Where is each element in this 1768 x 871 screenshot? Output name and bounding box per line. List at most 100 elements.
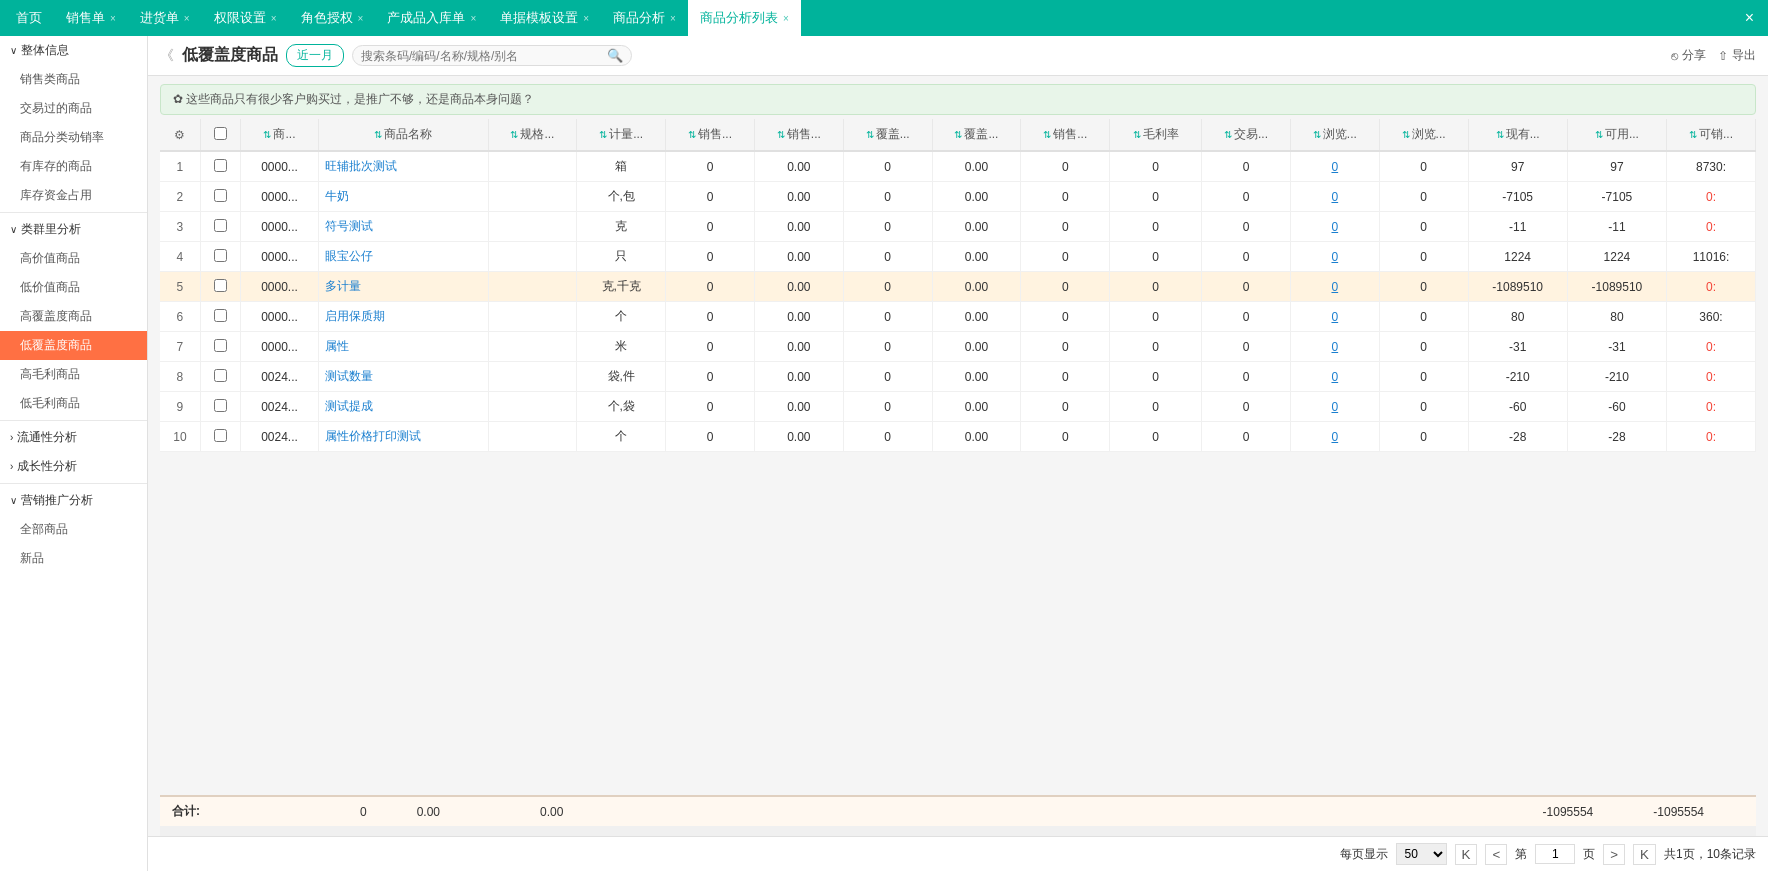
row-checkbox[interactable] xyxy=(200,272,241,302)
row-view1[interactable]: 0 xyxy=(1290,302,1379,332)
row-checkbox[interactable] xyxy=(200,422,241,452)
row-view1[interactable]: 0 xyxy=(1290,362,1379,392)
sidebar-section-liquidity[interactable]: › 流通性分析 xyxy=(0,423,147,452)
column-sales-count[interactable]: ⇅销售... xyxy=(666,119,755,151)
sidebar-item-low-coverage[interactable]: 低覆盖度商品 xyxy=(0,331,147,360)
row-name[interactable]: 启用保质期 xyxy=(318,302,488,332)
close-icon[interactable]: × xyxy=(358,13,364,24)
column-name[interactable]: ⇅商品名称 xyxy=(318,119,488,151)
nav-item-product-storage[interactable]: 产成品入库单 × xyxy=(375,0,488,36)
page-input[interactable] xyxy=(1535,844,1575,864)
row-name[interactable]: 眼宝公仔 xyxy=(318,242,488,272)
column-current[interactable]: ⇅现有... xyxy=(1468,119,1567,151)
column-gross-rate[interactable]: ⇅毛利率 xyxy=(1110,119,1202,151)
sidebar-item-high-profit[interactable]: 高毛利商品 xyxy=(0,360,147,389)
column-unit[interactable]: ⇅计量... xyxy=(577,119,666,151)
row-name[interactable]: 符号测试 xyxy=(318,212,488,242)
first-page-button[interactable]: K xyxy=(1455,844,1478,865)
column-sales-amount[interactable]: ⇅销售... xyxy=(754,119,843,151)
column-sales3[interactable]: ⇅销售... xyxy=(1021,119,1110,151)
sidebar-item-new-goods[interactable]: 新品 xyxy=(0,544,147,573)
row-select-checkbox[interactable] xyxy=(214,369,227,382)
sidebar-item-high-coverage[interactable]: 高覆盖度商品 xyxy=(0,302,147,331)
sidebar-section-marketing[interactable]: ∨ 营销推广分析 xyxy=(0,486,147,515)
row-view1[interactable]: 0 xyxy=(1290,212,1379,242)
row-select-checkbox[interactable] xyxy=(214,399,227,412)
row-select-checkbox[interactable] xyxy=(214,309,227,322)
row-name[interactable]: 测试提成 xyxy=(318,392,488,422)
row-view1[interactable]: 0 xyxy=(1290,392,1379,422)
row-view1[interactable]: 0 xyxy=(1290,242,1379,272)
nav-item-home[interactable]: 首页 xyxy=(4,0,54,36)
row-name[interactable]: 多计量 xyxy=(318,272,488,302)
row-select-checkbox[interactable] xyxy=(214,249,227,262)
sidebar-item-category-rate[interactable]: 商品分类动销率 xyxy=(0,123,147,152)
share-button[interactable]: ⎋ 分享 xyxy=(1671,47,1706,64)
row-select-checkbox[interactable] xyxy=(214,219,227,232)
sidebar-item-all-goods[interactable]: 全部商品 xyxy=(0,515,147,544)
prev-page-button[interactable]: < xyxy=(1485,844,1507,865)
search-input[interactable] xyxy=(361,49,607,63)
column-gear[interactable]: ⚙ xyxy=(160,119,200,151)
last-page-button[interactable]: K xyxy=(1633,844,1656,865)
row-name[interactable]: 旺辅批次测试 xyxy=(318,151,488,182)
row-select-checkbox[interactable] xyxy=(214,189,227,202)
row-checkbox[interactable] xyxy=(200,332,241,362)
nav-item-role[interactable]: 角色授权 × xyxy=(289,0,376,36)
close-icon[interactable]: × xyxy=(470,13,476,24)
close-icon[interactable]: × xyxy=(783,13,789,24)
sidebar-section-group[interactable]: ∨ 类群里分析 xyxy=(0,215,147,244)
close-all-button[interactable]: × xyxy=(1735,9,1764,27)
close-icon[interactable]: × xyxy=(670,13,676,24)
column-code[interactable]: ⇅商... xyxy=(241,119,318,151)
sidebar-item-low-profit[interactable]: 低毛利商品 xyxy=(0,389,147,418)
row-name[interactable]: 测试数量 xyxy=(318,362,488,392)
row-checkbox[interactable] xyxy=(200,212,241,242)
row-name[interactable]: 牛奶 xyxy=(318,182,488,212)
table-container[interactable]: ⚙ ⇅商... ⇅商品名称 ⇅规格... ⇅计量... ⇅销售... ⇅销售..… xyxy=(160,119,1756,795)
row-select-checkbox[interactable] xyxy=(214,339,227,352)
row-checkbox[interactable] xyxy=(200,302,241,332)
row-checkbox[interactable] xyxy=(200,182,241,212)
row-view1[interactable]: 0 xyxy=(1290,272,1379,302)
sidebar-item-high-value[interactable]: 高价值商品 xyxy=(0,244,147,273)
sidebar-section-overall[interactable]: ∨ 整体信息 xyxy=(0,36,147,65)
row-name[interactable]: 属性价格打印测试 xyxy=(318,422,488,452)
close-icon[interactable]: × xyxy=(184,13,190,24)
nav-item-analysis-list[interactable]: 商品分析列表 × xyxy=(688,0,801,36)
gear-icon[interactable]: ⚙ xyxy=(174,128,185,142)
close-icon[interactable]: × xyxy=(110,13,116,24)
export-button[interactable]: ⇧ 导出 xyxy=(1718,47,1756,64)
date-filter-button[interactable]: 近一月 xyxy=(286,44,344,67)
column-spec[interactable]: ⇅规格... xyxy=(488,119,577,151)
column-cover2[interactable]: ⇅覆盖... xyxy=(932,119,1021,151)
close-icon[interactable]: × xyxy=(583,13,589,24)
row-view1[interactable]: 0 xyxy=(1290,151,1379,182)
sidebar-item-stock-capital[interactable]: 库存资金占用 xyxy=(0,181,147,210)
column-view1[interactable]: ⇅浏览... xyxy=(1290,119,1379,151)
row-name[interactable]: 属性 xyxy=(318,332,488,362)
column-cover1[interactable]: ⇅覆盖... xyxy=(843,119,932,151)
row-view1[interactable]: 0 xyxy=(1290,182,1379,212)
select-all-checkbox[interactable] xyxy=(214,127,227,140)
next-page-button[interactable]: > xyxy=(1603,844,1625,865)
sidebar-section-growth[interactable]: › 成长性分析 xyxy=(0,452,147,481)
column-sellable[interactable]: ⇅可销... xyxy=(1667,119,1756,151)
nav-item-permission[interactable]: 权限设置 × xyxy=(202,0,289,36)
row-view1[interactable]: 0 xyxy=(1290,332,1379,362)
row-select-checkbox[interactable] xyxy=(214,159,227,172)
nav-item-purchase[interactable]: 进货单 × xyxy=(128,0,202,36)
column-checkbox[interactable] xyxy=(200,119,241,151)
row-checkbox[interactable] xyxy=(200,151,241,182)
per-page-select[interactable]: 50 100 200 xyxy=(1396,843,1447,865)
row-checkbox[interactable] xyxy=(200,392,241,422)
nav-item-template[interactable]: 单据模板设置 × xyxy=(488,0,601,36)
search-icon[interactable]: 🔍 xyxy=(607,48,623,63)
sidebar-item-low-value[interactable]: 低价值商品 xyxy=(0,273,147,302)
row-select-checkbox[interactable] xyxy=(214,429,227,442)
sidebar-collapse-button[interactable]: 《 xyxy=(160,47,174,65)
nav-item-sales[interactable]: 销售单 × xyxy=(54,0,128,36)
row-checkbox[interactable] xyxy=(200,362,241,392)
column-view2[interactable]: ⇅浏览... xyxy=(1379,119,1468,151)
row-select-checkbox[interactable] xyxy=(214,279,227,292)
